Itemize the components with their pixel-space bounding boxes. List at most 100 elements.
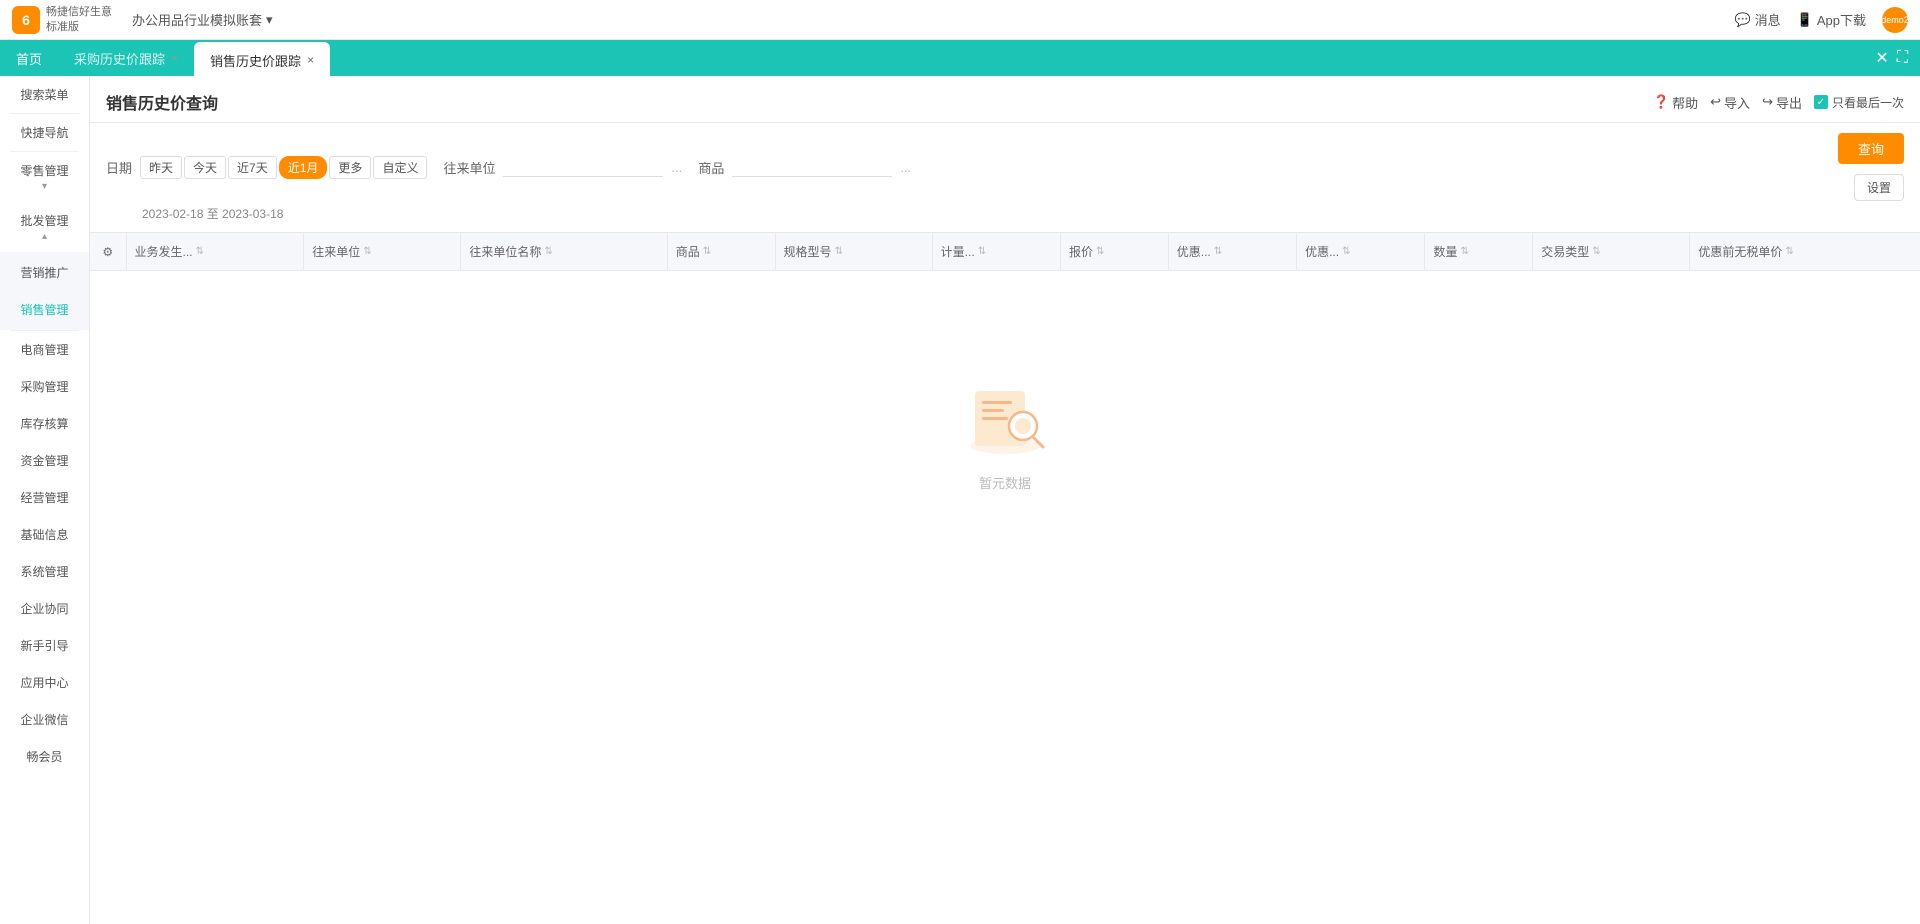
date-btn-yesterday[interactable]: 昨天 <box>140 156 182 179</box>
company-selector[interactable]: 办公用品行业模拟账套 ▾ <box>132 10 273 29</box>
empty-state: 暂元数据 <box>90 271 1920 592</box>
sidebar-item-membership[interactable]: 畅会员 <box>0 738 89 775</box>
sidebar-item-newbie[interactable]: 新手引导 <box>0 627 89 664</box>
partner-filter-group: 往来单位 ... <box>443 157 682 177</box>
main-layout: 搜索菜单 快捷导航 零售管理 ▾ 批发管理 ▴ 营销推广 销售管理 电商管理 <box>0 76 1920 924</box>
sort-icon-spec: ⇅ <box>835 246 843 257</box>
tab-bar: 首页 采购历史价跟踪 × 销售历史价跟踪 × ✕ ⛶ <box>0 40 1920 76</box>
sidebar-item-inventory[interactable]: 库存核算 <box>0 405 89 442</box>
sidebar-item-search[interactable]: 搜索菜单 <box>0 76 89 113</box>
help-button[interactable]: ❓ 帮助 <box>1653 93 1698 112</box>
sidebar-item-ecommerce[interactable]: 电商管理 <box>0 331 89 368</box>
chevron-up-icon-wholesale: ▴ <box>42 231 47 242</box>
sidebar-item-retail[interactable]: 零售管理 ▾ <box>0 152 89 202</box>
sidebar-submenu: 营销推广 销售管理 <box>0 252 89 330</box>
empty-state-text: 暂元数据 <box>979 473 1031 492</box>
content-area: 销售历史价查询 ❓ 帮助 ↩ 导入 ↪ 导出 ✓ 只看最后一次 <box>90 76 1920 924</box>
export-icon: ↪ <box>1762 94 1773 110</box>
setting-button[interactable]: 设置 <box>1854 174 1904 201</box>
page-title: 销售历史价查询 <box>106 90 218 114</box>
th-goods[interactable]: 商品 ⇅ <box>667 233 775 271</box>
th-biz-date[interactable]: 业务发生... ⇅ <box>126 233 304 271</box>
th-unit[interactable]: 计量... ⇅ <box>932 233 1060 271</box>
sort-icon-price: ⇅ <box>1096 246 1104 257</box>
user-profile[interactable]: demo2 <box>1882 7 1908 33</box>
sort-icon-trade-type: ⇅ <box>1592 246 1600 257</box>
th-spec[interactable]: 规格型号 ⇅ <box>775 233 932 271</box>
logo-area: 6 畅捷信好生意 标准版 <box>12 5 112 34</box>
message-icon: 💬 <box>1734 12 1750 28</box>
sidebar-item-system[interactable]: 系统管理 <box>0 553 89 590</box>
app-download-button[interactable]: 📱 App下载 <box>1797 10 1866 29</box>
date-btn-more[interactable]: 更多 <box>329 156 371 179</box>
goods-label: 商品 <box>698 158 724 177</box>
top-bar-right: 💬 消息 📱 App下载 demo2 <box>1734 7 1908 33</box>
phone-icon: 📱 <box>1797 12 1813 28</box>
th-partner-code[interactable]: 往来单位 ⇅ <box>304 233 461 271</box>
page-actions: ❓ 帮助 ↩ 导入 ↪ 导出 ✓ 只看最后一次 <box>1653 93 1904 112</box>
sidebar-item-wholesale[interactable]: 批发管理 ▴ <box>0 202 89 252</box>
th-price[interactable]: 报价 ⇅ <box>1061 233 1169 271</box>
logo-icon: 6 <box>12 6 40 34</box>
th-qty[interactable]: 数量 ⇅ <box>1425 233 1533 271</box>
filter-bar: 日期 昨天 今天 近7天 近1月 更多 自定义 往来单位 ... <box>90 123 1920 233</box>
sidebar-item-finance[interactable]: 资金管理 <box>0 442 89 479</box>
sidebar-item-operations[interactable]: 经营管理 <box>0 479 89 516</box>
date-btn-today[interactable]: 今天 <box>184 156 226 179</box>
import-icon: ↩ <box>1710 94 1721 110</box>
th-discount2[interactable]: 优惠... ⇅ <box>1297 233 1425 271</box>
th-partner-name[interactable]: 往来单位名称 ⇅ <box>461 233 667 271</box>
date-filter-group: 日期 昨天 今天 近7天 近1月 更多 自定义 <box>106 156 427 179</box>
partner-input[interactable] <box>503 157 663 177</box>
empty-state-icon <box>955 371 1055 461</box>
date-btn-group: 昨天 今天 近7天 近1月 更多 自定义 <box>140 156 427 179</box>
tab-sales-history[interactable]: 销售历史价跟踪 × <box>194 42 330 78</box>
top-bar: 6 畅捷信好生意 标准版 办公用品行业模拟账套 ▾ 💬 消息 📱 App下载 d… <box>0 0 1920 40</box>
avatar: demo2 <box>1882 7 1908 33</box>
sidebar-item-apps[interactable]: 应用中心 <box>0 664 89 701</box>
goods-picker-icon[interactable]: ... <box>900 160 911 175</box>
sort-icon-partner-name: ⇅ <box>544 246 552 257</box>
sort-icon-partner: ⇅ <box>363 246 371 257</box>
goods-input[interactable] <box>732 157 892 177</box>
sidebar-item-purchase[interactable]: 采购管理 <box>0 368 89 405</box>
tab-purchase-history[interactable]: 采购历史价跟踪 × <box>58 40 194 76</box>
chevron-down-icon-retail: ▾ <box>42 181 47 192</box>
sidebar-item-sales[interactable]: 销售管理 <box>0 291 89 328</box>
sort-icon-unit: ⇅ <box>978 246 986 257</box>
sort-icon-no-tax-price: ⇅ <box>1785 246 1793 257</box>
sort-icon-discount1: ⇅ <box>1214 246 1222 257</box>
tab-close-purchase[interactable]: × <box>171 51 178 65</box>
tab-close-sales[interactable]: × <box>307 53 314 67</box>
th-discount1[interactable]: 优惠... ⇅ <box>1168 233 1296 271</box>
chevron-down-icon: ▾ <box>266 12 273 28</box>
tab-maximize-button[interactable]: ⛶ <box>1897 49 1908 67</box>
tab-home[interactable]: 首页 <box>0 40 58 76</box>
date-btn-7days[interactable]: 近7天 <box>228 156 277 179</box>
goods-filter-group: 商品 ... <box>698 157 911 177</box>
latest-only-checkbox[interactable]: ✓ 只看最后一次 <box>1814 94 1904 111</box>
message-button[interactable]: 💬 消息 <box>1734 10 1780 29</box>
th-gear[interactable]: ⚙ <box>90 233 126 271</box>
import-button[interactable]: ↩ 导入 <box>1710 93 1750 112</box>
sidebar-item-enterprise[interactable]: 企业协同 <box>0 590 89 627</box>
sidebar-item-marketing[interactable]: 营销推广 <box>0 254 89 291</box>
partner-picker-icon[interactable]: ... <box>671 160 682 175</box>
sidebar-item-shortcuts[interactable]: 快捷导航 <box>0 114 89 151</box>
th-trade-type[interactable]: 交易类型 ⇅ <box>1533 233 1690 271</box>
date-btn-1month[interactable]: 近1月 <box>279 156 328 179</box>
th-no-tax-price[interactable]: 优惠前无税单价 ⇅ <box>1690 233 1920 271</box>
export-button[interactable]: ↪ 导出 <box>1762 93 1802 112</box>
sidebar-item-basics[interactable]: 基础信息 <box>0 516 89 553</box>
sidebar-item-wechat[interactable]: 企业微信 <box>0 701 89 738</box>
top-bar-left: 6 畅捷信好生意 标准版 办公用品行业模拟账套 ▾ <box>12 5 273 34</box>
date-range-display: 2023-02-18 至 2023-03-18 <box>106 205 1904 222</box>
sort-icon-discount2: ⇅ <box>1342 246 1350 257</box>
tab-minimize-button[interactable]: ✕ <box>1875 48 1888 68</box>
sort-icon-qty: ⇅ <box>1460 246 1468 257</box>
date-btn-custom[interactable]: 自定义 <box>373 156 427 179</box>
table-container: ⚙ 业务发生... ⇅ 往来单位 ⇅ <box>90 233 1920 924</box>
help-icon: ❓ <box>1653 94 1669 110</box>
sidebar: 搜索菜单 快捷导航 零售管理 ▾ 批发管理 ▴ 营销推广 销售管理 电商管理 <box>0 76 90 924</box>
query-button[interactable]: 查询 <box>1838 133 1904 164</box>
